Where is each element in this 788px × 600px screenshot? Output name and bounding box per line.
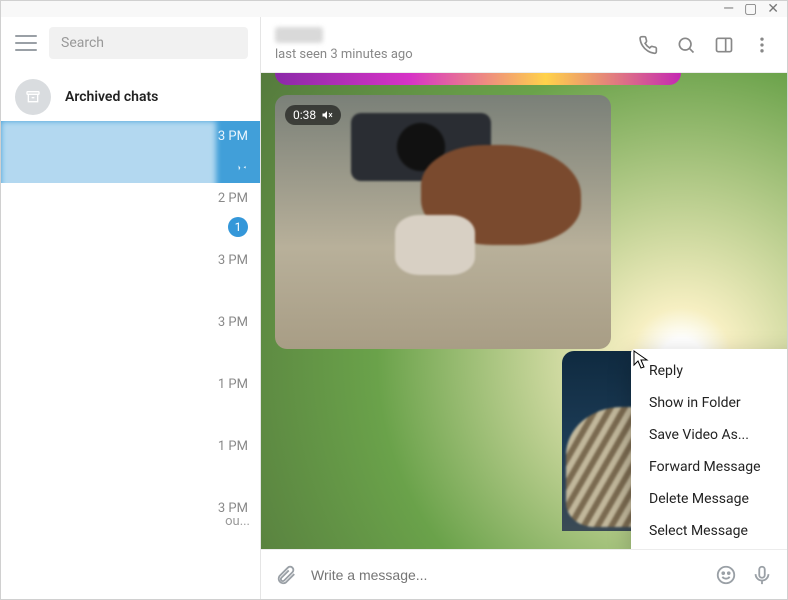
sidebar: Search Archived chats 3 PM 2 PM 1 (1, 17, 261, 599)
chat-time: 2 PM (218, 191, 248, 206)
archive-icon (15, 79, 51, 115)
unread-badge: 1 (228, 217, 248, 237)
chat-item[interactable]: 3 PM (1, 307, 260, 369)
muted-icon (321, 109, 333, 121)
context-menu-forward[interactable]: Forward Message (631, 451, 787, 483)
video-duration-badge: 0:38 (285, 105, 341, 125)
window-minimize-icon[interactable]: — (723, 2, 734, 16)
chat-time: 3 PM (218, 129, 248, 144)
pin-icon (231, 156, 251, 176)
window-maximize-icon[interactable]: ▢ (744, 2, 757, 16)
chat-item[interactable]: 1 PM (1, 369, 260, 431)
context-menu-select[interactable]: Select Message (631, 515, 787, 547)
app-window: — ▢ ✕ Search Archived chats 3 PM (0, 0, 788, 600)
video-message[interactable]: 0:38 (275, 95, 611, 349)
chat-item[interactable]: 3 PM (1, 245, 260, 307)
context-menu: Reply Show in Folder Save Video As... Fo… (631, 349, 787, 549)
chat-pane: last seen 3 minutes ago (261, 17, 787, 599)
chat-title-area[interactable]: last seen 3 minutes ago (275, 27, 621, 62)
chat-time: 3 PM (218, 253, 248, 268)
message-media-partial[interactable] (275, 73, 681, 85)
context-menu-delete[interactable]: Delete Message (631, 483, 787, 515)
context-menu-show-in-folder[interactable]: Show in Folder (631, 387, 787, 419)
chat-preview-text: ou... (225, 514, 250, 529)
chat-background: 0:38 Reply Show in Folder Save Video As.… (261, 73, 787, 549)
context-menu-save-video-as[interactable]: Save Video As... (631, 419, 787, 451)
chat-status: last seen 3 minutes ago (275, 47, 621, 62)
chat-time: 1 PM (218, 439, 248, 454)
context-menu-reply[interactable]: Reply (631, 355, 787, 387)
chat-time: 1 PM (218, 377, 248, 392)
attach-icon[interactable] (275, 564, 297, 586)
menu-icon[interactable] (15, 35, 37, 51)
message-composer (261, 549, 787, 599)
archived-chats-row[interactable]: Archived chats (1, 69, 260, 121)
call-icon[interactable] (637, 34, 659, 56)
window-close-icon[interactable]: ✕ (767, 2, 779, 16)
search-icon[interactable] (675, 34, 697, 56)
more-icon[interactable] (751, 34, 773, 56)
window-titlebar: — ▢ ✕ (1, 1, 787, 17)
chat-time: 3 PM (218, 315, 248, 330)
chat-item[interactable]: 3 PM (1, 121, 260, 183)
microphone-icon[interactable] (751, 564, 773, 586)
chat-item[interactable]: 2 PM 1 (1, 183, 260, 245)
chat-item[interactable]: 3 PM (1, 493, 260, 555)
archived-chats-label: Archived chats (65, 89, 158, 105)
chat-list: 3 PM 2 PM 1 3 PM 3 PM 1 PM (1, 121, 260, 599)
search-input[interactable]: Search (49, 27, 248, 59)
sidebar-toggle-icon[interactable] (713, 34, 735, 56)
emoji-icon[interactable] (715, 564, 737, 586)
chat-item[interactable]: 1 PM (1, 431, 260, 493)
message-input[interactable] (311, 567, 701, 583)
chat-contact-name (275, 27, 323, 43)
chat-header: last seen 3 minutes ago (261, 17, 787, 73)
